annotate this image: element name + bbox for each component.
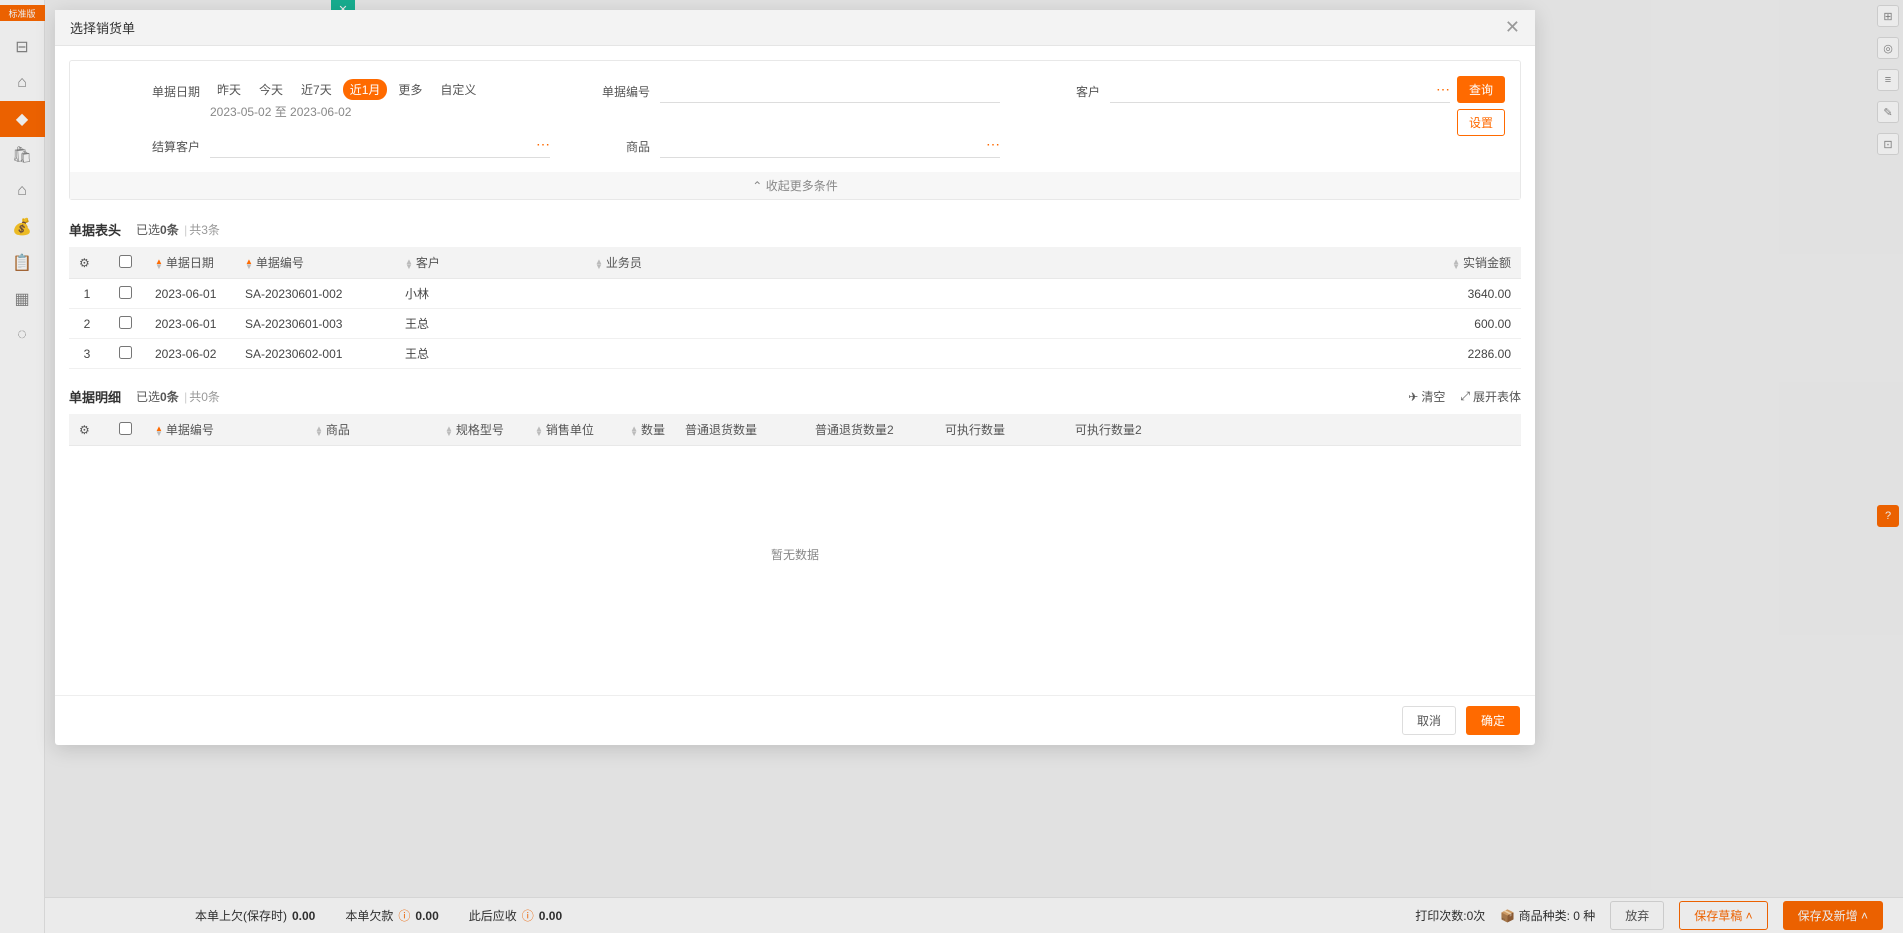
date-label: 单据日期 (110, 79, 210, 100)
horizontal-scrollbar[interactable] (69, 663, 1521, 677)
dcol-exec[interactable]: 可执行数量 (945, 423, 1005, 437)
settle-customer-lookup-icon[interactable]: ⋯ (536, 136, 550, 153)
col-date[interactable]: 单据日期 (166, 256, 214, 270)
detail-section-title: 单据明细 (69, 387, 121, 406)
date-chip[interactable]: 昨天 (210, 79, 248, 100)
row-index: 2 (69, 309, 105, 339)
col-salesperson[interactable]: 业务员 (606, 256, 642, 270)
filter-panel: 单据日期 昨天今天近7天近1月更多自定义 2023-05-02 至 2023-0… (69, 60, 1521, 200)
row-checkbox[interactable] (119, 316, 132, 329)
dcol-qty[interactable]: 数量 (641, 423, 665, 437)
select-all-header-checkbox[interactable] (119, 255, 132, 268)
row-amount: 600.00 (1421, 309, 1521, 339)
date-chip[interactable]: 今天 (252, 79, 290, 100)
filter-product: 商品 ⋯ (560, 134, 1000, 158)
row-salesperson (585, 309, 1421, 339)
settle-customer-input[interactable] (210, 134, 550, 158)
row-customer: 王总 (395, 339, 585, 369)
detail-table: ⚙ ▲▼单据编号 ▲▼商品 ▲▼规格型号 ▲▼销售单位 ▲▼数量 普通退货数量 … (69, 414, 1521, 446)
empty-message: 暂无数据 (69, 446, 1521, 663)
modal-footer: 取消 确定 (55, 695, 1535, 745)
cancel-button[interactable]: 取消 (1402, 706, 1456, 735)
filter-doc-no: 单据编号 (560, 79, 1000, 120)
row-date: 2023-06-01 (145, 279, 235, 309)
dcol-spec[interactable]: 规格型号 (456, 423, 504, 437)
customer-lookup-icon[interactable]: ⋯ (1436, 81, 1450, 98)
row-checkbox[interactable] (119, 286, 132, 299)
header-table-wrap: ⚙ ▲▼单据日期 ▲▼单据编号 ▲▼客户 ▲▼业务员 ▲▼实销金额 12023-… (69, 247, 1521, 369)
query-button[interactable]: 查询 (1457, 76, 1505, 103)
dcol-return2[interactable]: 普通退货数量2 (815, 423, 894, 437)
header-section-bar: 单据表头 已选0条 |共3条 (69, 220, 1521, 239)
dcol-product[interactable]: 商品 (326, 423, 350, 437)
select-all-detail-checkbox[interactable] (119, 422, 132, 435)
row-salesperson (585, 279, 1421, 309)
row-date: 2023-06-02 (145, 339, 235, 369)
row-date: 2023-06-01 (145, 309, 235, 339)
row-docno: SA-20230602-001 (235, 339, 395, 369)
header-section-title: 单据表头 (69, 220, 121, 239)
table-row[interactable]: 2 2023-06-01SA-20230601-003王总 600.00 (69, 309, 1521, 339)
collapse-filters-bar[interactable]: ⌃ 收起更多条件 (70, 172, 1520, 199)
dcol-unit[interactable]: 销售单位 (546, 423, 594, 437)
date-range-display: 2023-05-02 至 2023-06-02 (210, 103, 550, 120)
doc-no-input[interactable] (660, 79, 1000, 103)
dcol-exec2[interactable]: 可执行数量2 (1075, 423, 1142, 437)
expand-body-button[interactable]: ⤢ 展开表体 (1460, 388, 1521, 405)
date-chip[interactable]: 自定义 (433, 79, 483, 100)
table-row[interactable]: 1 2023-06-01SA-20230601-002小林 3640.00 (69, 279, 1521, 309)
settings-button[interactable]: 设置 (1457, 109, 1505, 136)
col-docno[interactable]: 单据编号 (256, 256, 304, 270)
row-amount: 2286.00 (1421, 339, 1521, 369)
row-amount: 3640.00 (1421, 279, 1521, 309)
modal-title: 选择销货单 (70, 18, 135, 37)
gear-icon[interactable]: ⚙ (79, 423, 90, 437)
gear-icon[interactable]: ⚙ (79, 256, 90, 270)
filter-date: 单据日期 昨天今天近7天近1月更多自定义 2023-05-02 至 2023-0… (110, 79, 550, 120)
filter-customer: 客户 ⋯ (1010, 79, 1450, 120)
date-chip[interactable]: 近1月 (343, 79, 388, 100)
header-selection-summary: 已选0条 |共3条 (136, 221, 220, 238)
row-docno: SA-20230601-002 (235, 279, 395, 309)
filter-settle-customer: 结算客户 ⋯ (110, 134, 550, 158)
date-chip[interactable]: 更多 (391, 79, 429, 100)
header-table: ⚙ ▲▼单据日期 ▲▼单据编号 ▲▼客户 ▲▼业务员 ▲▼实销金额 12023-… (69, 247, 1521, 369)
row-index: 3 (69, 339, 105, 369)
clear-button[interactable]: ✈ 清空 (1408, 388, 1445, 405)
product-lookup-icon[interactable]: ⋯ (986, 136, 1000, 153)
close-icon[interactable]: ✕ (1505, 17, 1520, 38)
col-amount[interactable]: 实销金额 (1463, 256, 1511, 270)
col-customer[interactable]: 客户 (416, 256, 440, 270)
detail-selection-summary: 已选0条 |共0条 (136, 388, 220, 405)
row-docno: SA-20230601-003 (235, 309, 395, 339)
dcol-return[interactable]: 普通退货数量 (685, 423, 757, 437)
row-customer: 王总 (395, 309, 585, 339)
row-customer: 小林 (395, 279, 585, 309)
table-row[interactable]: 3 2023-06-02SA-20230602-001王总 2286.00 (69, 339, 1521, 369)
product-label: 商品 (560, 134, 660, 155)
dcol-docno[interactable]: 单据编号 (166, 423, 214, 437)
date-chip[interactable]: 近7天 (294, 79, 339, 100)
settle-customer-label: 结算客户 (110, 134, 210, 155)
confirm-button[interactable]: 确定 (1466, 706, 1520, 735)
customer-label: 客户 (1010, 79, 1110, 100)
row-checkbox[interactable] (119, 346, 132, 359)
row-salesperson (585, 339, 1421, 369)
select-sales-order-modal: 选择销货单 ✕ 单据日期 昨天今天近7天近1月更多自定义 2023-05-02 … (55, 10, 1535, 745)
product-input[interactable] (660, 134, 1000, 158)
detail-section-bar: 单据明细 已选0条 |共0条 ✈ 清空 ⤢ 展开表体 (69, 387, 1521, 406)
modal-header: 选择销货单 ✕ (55, 10, 1535, 46)
row-index: 1 (69, 279, 105, 309)
doc-no-label: 单据编号 (560, 79, 660, 100)
customer-input[interactable] (1110, 79, 1450, 103)
